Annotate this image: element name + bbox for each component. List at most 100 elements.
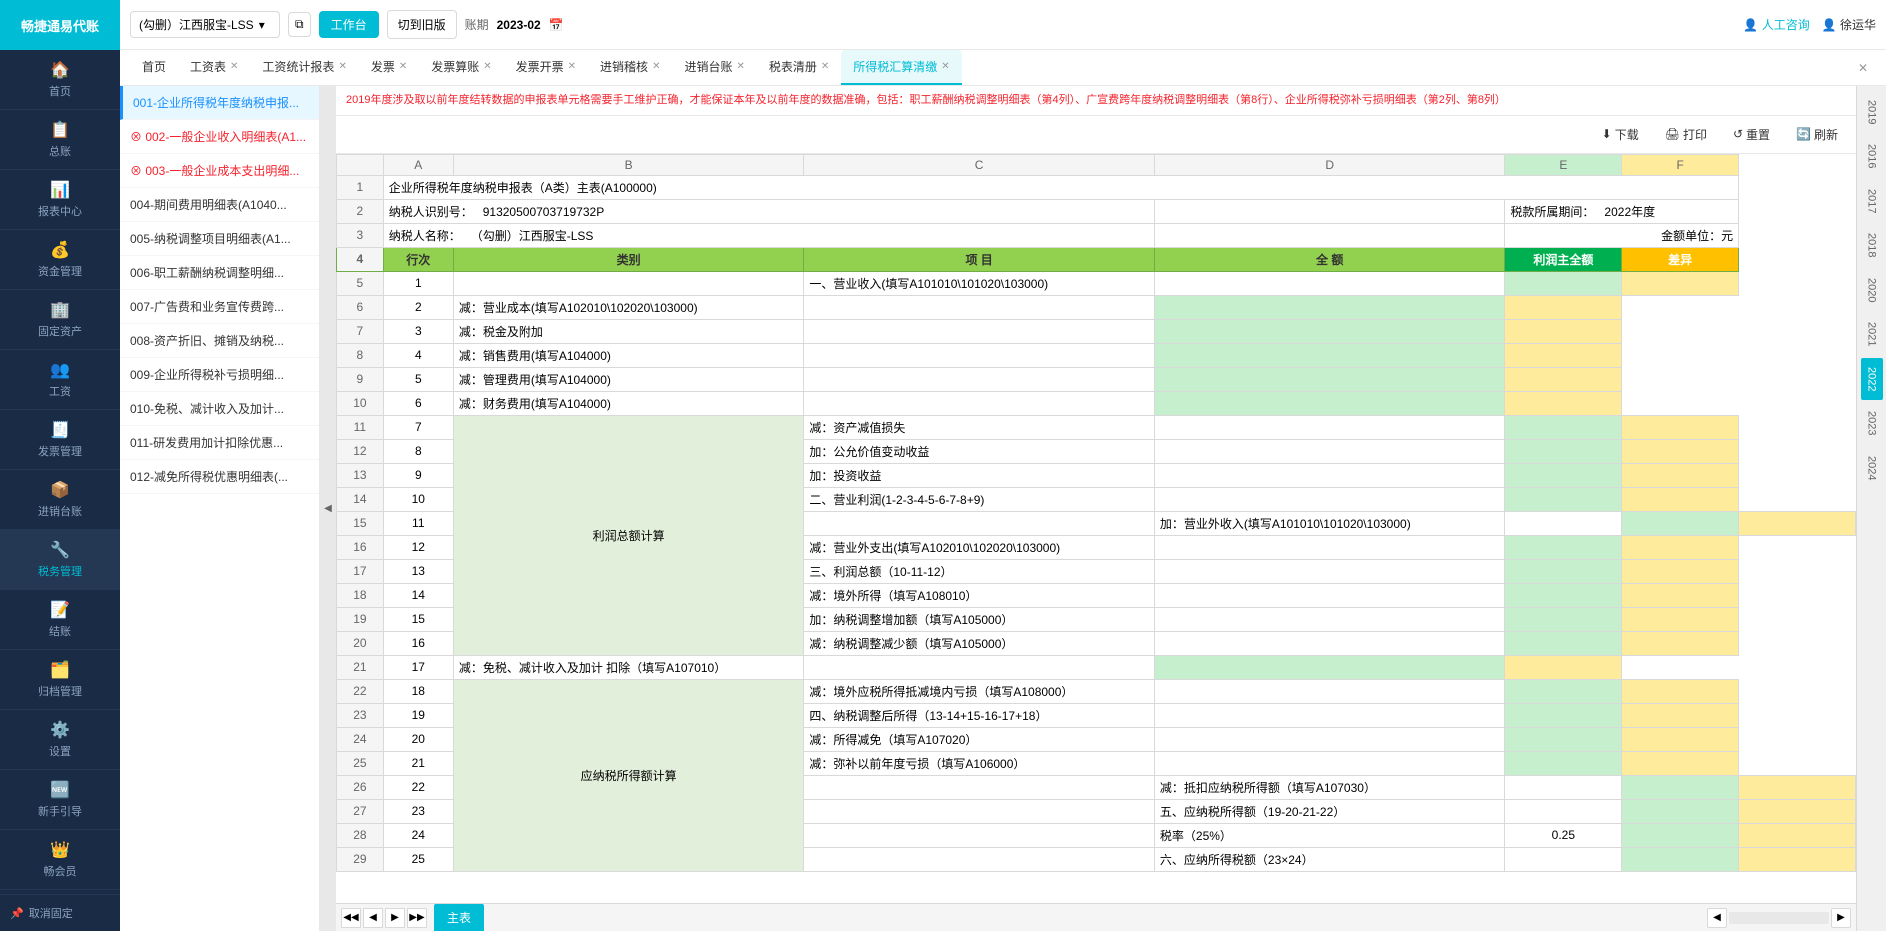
item-cell[interactable]: 减：税金及附加 — [453, 319, 804, 343]
tab-tax-schedule-close[interactable]: ✕ — [821, 61, 829, 72]
line-num-cell[interactable]: 14 — [383, 583, 453, 607]
item-cell[interactable]: 加：纳税调整增加额（填写A105000） — [804, 607, 1155, 631]
profit-cell[interactable] — [1505, 583, 1622, 607]
diff-cell[interactable] — [1622, 751, 1739, 775]
diff-cell[interactable] — [1622, 439, 1739, 463]
year-item-2024[interactable]: 2024 — [1861, 447, 1883, 489]
year-item-2021[interactable]: 2021 — [1861, 313, 1883, 355]
tab-invoice-close[interactable]: ✕ — [399, 61, 407, 72]
line-num-cell[interactable]: 16 — [383, 631, 453, 655]
sidebar-item-close[interactable]: 📝 结账 — [0, 590, 120, 650]
profit-cell[interactable] — [1505, 631, 1622, 655]
profit-cell[interactable] — [1505, 487, 1622, 511]
diff-cell[interactable] — [1622, 607, 1739, 631]
profit-cell[interactable] — [1154, 367, 1505, 391]
scroll-left-btn[interactable]: ◀ — [1707, 908, 1727, 928]
tabs-close-all[interactable]: ✕ — [1850, 53, 1876, 83]
diff-cell[interactable] — [1739, 823, 1856, 847]
year-item-2017[interactable]: 2017 — [1861, 180, 1883, 222]
profit-cell[interactable] — [1154, 655, 1505, 679]
profit-cell[interactable] — [1622, 775, 1739, 799]
amount-cell[interactable] — [1154, 535, 1505, 559]
left-panel-item-003[interactable]: ⊗ 003-一般企业成本支出明细... — [120, 154, 319, 188]
workbench-button[interactable]: 工作台 — [319, 11, 379, 38]
line-num-cell[interactable]: 5 — [383, 367, 453, 391]
profit-cell[interactable] — [1505, 751, 1622, 775]
item-cell[interactable]: 五、应纳税所得额（19-20-21-22） — [1154, 799, 1505, 823]
tab-tax-annual[interactable]: 所得税汇算清缴 ✕ — [841, 50, 961, 85]
item-cell[interactable]: 加：投资收益 — [804, 463, 1155, 487]
sidebar-item-settings[interactable]: ⚙️ 设置 — [0, 710, 120, 770]
horizontal-scrollbar[interactable] — [1729, 912, 1829, 924]
tab-tax-schedule[interactable]: 税表清册 ✕ — [757, 50, 841, 85]
sidebar-item-salary[interactable]: 👥 工资 — [0, 350, 120, 410]
copy-btn[interactable]: ⧉ — [288, 12, 311, 37]
tab-invoice-issue-close[interactable]: ✕ — [568, 61, 576, 72]
left-panel-item-009[interactable]: 009-企业所得税补亏损明细... — [120, 358, 319, 392]
line-num-cell[interactable]: 3 — [383, 319, 453, 343]
tab-purchase-ledger[interactable]: 进销台账 ✕ — [672, 50, 756, 85]
amount-cell[interactable] — [1154, 631, 1505, 655]
line-num-cell[interactable]: 21 — [383, 751, 453, 775]
line-num-cell[interactable]: 11 — [383, 511, 453, 535]
profit-cell[interactable] — [1505, 415, 1622, 439]
left-panel-item-004[interactable]: 004-期间费用明细表(A1040... — [120, 188, 319, 222]
year-item-2016[interactable]: 2016 — [1861, 135, 1883, 177]
left-panel-item-010[interactable]: 010-免税、减计收入及加计... — [120, 392, 319, 426]
line-num-cell[interactable]: 7 — [383, 415, 453, 439]
sidebar-item-member[interactable]: 👑 畅会员 — [0, 830, 120, 890]
item-cell[interactable]: 减：境外应税所得抵减境内亏损（填写A108000） — [804, 679, 1155, 703]
amount-cell[interactable] — [1154, 583, 1505, 607]
sidebar-item-archive[interactable]: 🗂️ 归档管理 — [0, 650, 120, 710]
switch-view-button[interactable]: 切到旧版 — [387, 10, 457, 39]
item-cell[interactable]: 减：财务费用(填写A104000) — [453, 391, 804, 415]
sidebar-pin-toggle[interactable]: 📌 取消固定 — [0, 894, 120, 931]
sidebar-item-guide[interactable]: 🆕 新手引导 — [0, 770, 120, 830]
diff-cell[interactable] — [1739, 775, 1856, 799]
amount-cell[interactable] — [1154, 439, 1505, 463]
item-cell[interactable]: 减：免税、减计收入及加计 扣除（填写A107010） — [453, 655, 804, 679]
diff-cell[interactable] — [1505, 655, 1622, 679]
line-num-cell[interactable]: 2 — [383, 295, 453, 319]
left-panel-item-008[interactable]: 008-资产折旧、摊销及纳税... — [120, 324, 319, 358]
amount-cell[interactable] — [1154, 487, 1505, 511]
item-cell[interactable]: 减：营业成本(填写A102010\102020\103000) — [453, 295, 804, 319]
diff-cell[interactable] — [1739, 511, 1856, 535]
sidebar-item-tax[interactable]: 🔧 税务管理 — [0, 530, 120, 590]
left-panel-item-011[interactable]: 011-研发费用加计扣除优惠... — [120, 426, 319, 460]
tab-purchase-check[interactable]: 进销稽核 ✕ — [588, 50, 672, 85]
item-cell[interactable]: 加：营业外收入(填写A101010\101020\103000) — [1154, 511, 1505, 535]
sheet-tab-main[interactable]: 主表 — [434, 904, 484, 931]
sidebar-item-asset[interactable]: 🏢 固定资产 — [0, 290, 120, 350]
amount-cell[interactable] — [1154, 415, 1505, 439]
profit-cell[interactable] — [1505, 439, 1622, 463]
item-cell[interactable]: 四、纳税调整后所得（13-14+15-16-17+18） — [804, 703, 1155, 727]
item-cell[interactable]: 减：纳税调整减少额（填写A105000） — [804, 631, 1155, 655]
sheet-next-button[interactable]: ▶ — [385, 908, 405, 928]
line-num-cell[interactable]: 10 — [383, 487, 453, 511]
sheet-prev-button[interactable]: ◀◀ — [341, 908, 361, 928]
diff-cell[interactable] — [1505, 319, 1622, 343]
item-cell[interactable]: 减：营业外支出(填写A102010\102020\103000) — [804, 535, 1155, 559]
year-item-2023[interactable]: 2023 — [1861, 402, 1883, 444]
sidebar-item-report[interactable]: 📊 报表中心 — [0, 170, 120, 230]
line-num-cell[interactable]: 24 — [383, 823, 453, 847]
line-num-cell[interactable]: 12 — [383, 535, 453, 559]
item-cell[interactable]: 减：销售费用(填写A104000) — [453, 343, 804, 367]
line-num-cell[interactable]: 4 — [383, 343, 453, 367]
sheet-back-button[interactable]: ◀ — [363, 908, 383, 928]
amount-cell[interactable]: 0.25 — [1505, 823, 1622, 847]
line-num-cell[interactable]: 20 — [383, 727, 453, 751]
tab-invoice-calc[interactable]: 发票算账 ✕ — [419, 50, 503, 85]
left-panel-item-006[interactable]: 006-职工薪酬纳税调整明细... — [120, 256, 319, 290]
user-avatar[interactable]: 👤 徐运华 — [1822, 16, 1876, 33]
line-num-cell[interactable]: 15 — [383, 607, 453, 631]
tab-tax-annual-close[interactable]: ✕ — [941, 61, 949, 72]
item-cell[interactable]: 减：资产减值损失 — [804, 415, 1155, 439]
diff-cell[interactable] — [1505, 343, 1622, 367]
diff-cell[interactable] — [1505, 391, 1622, 415]
profit-cell[interactable] — [1154, 343, 1505, 367]
tab-invoice[interactable]: 发票 ✕ — [359, 50, 419, 85]
tab-salary-report-close[interactable]: ✕ — [338, 61, 346, 72]
amount-cell[interactable] — [1505, 511, 1622, 535]
